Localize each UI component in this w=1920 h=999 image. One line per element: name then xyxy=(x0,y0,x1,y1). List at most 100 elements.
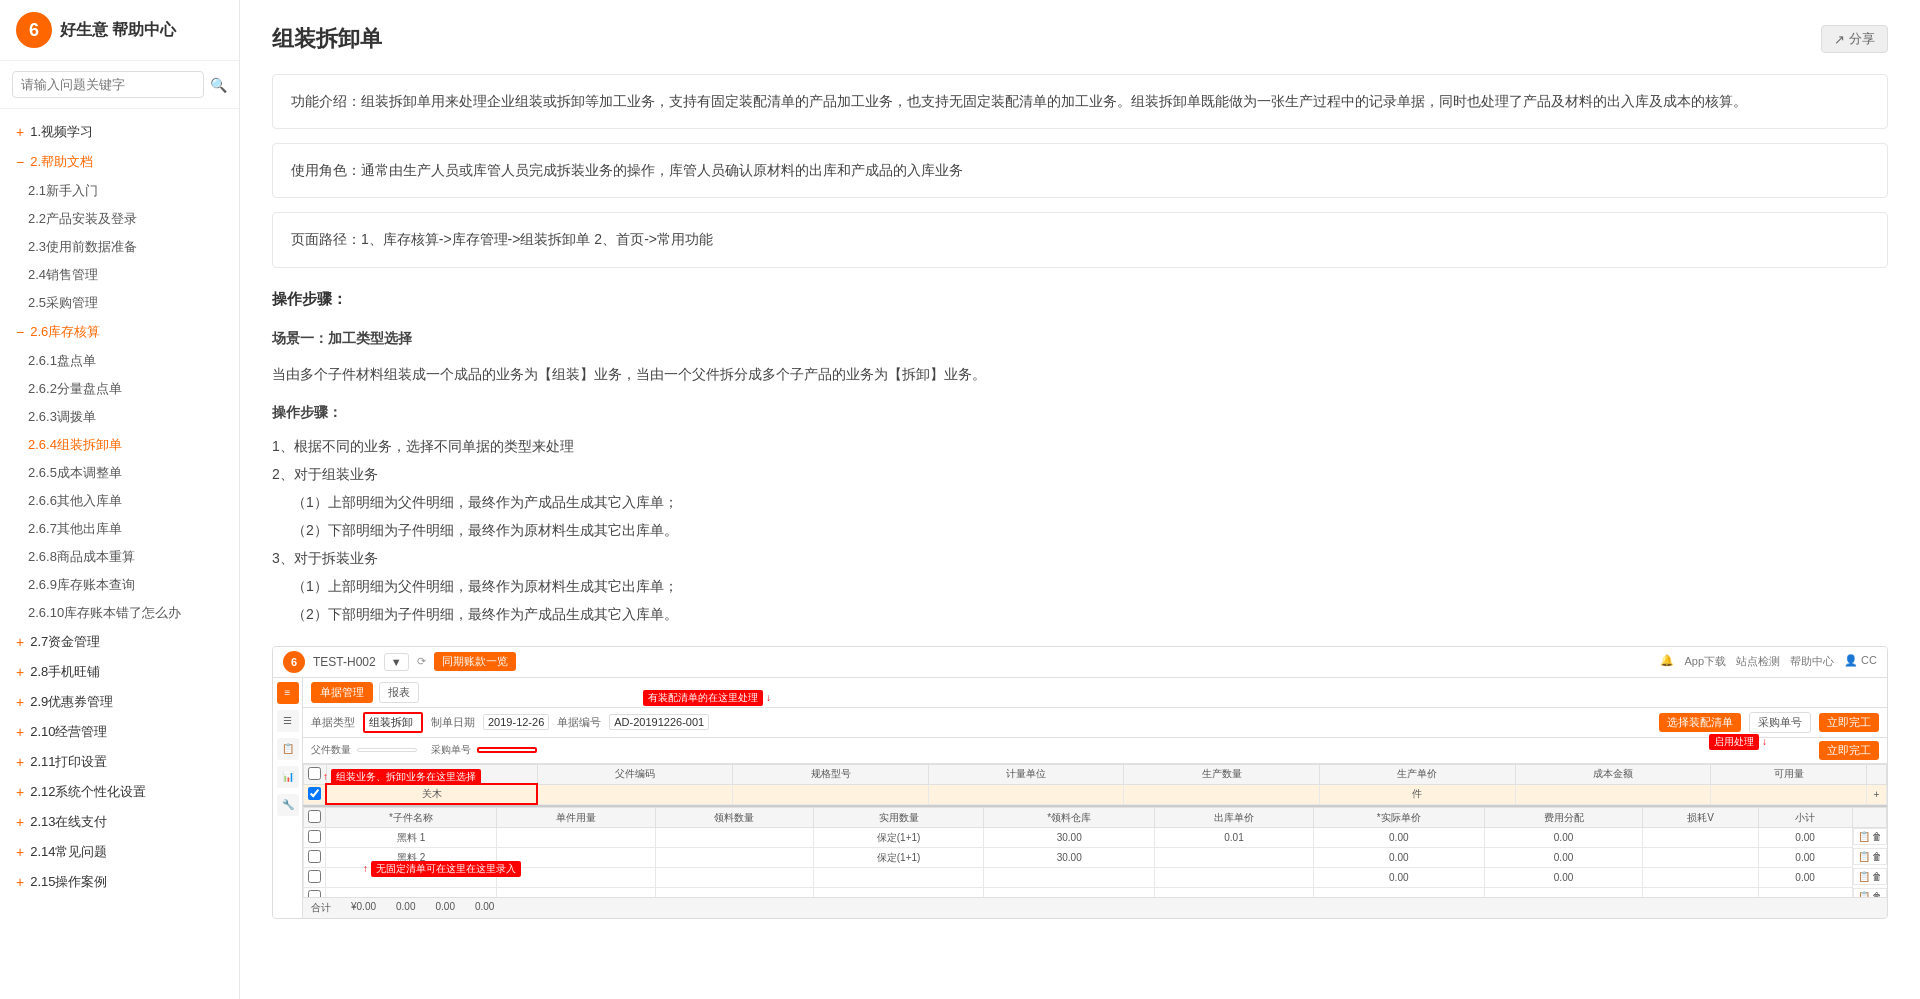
lower-row-1-cell-2[interactable] xyxy=(497,828,655,848)
lower-row-2-cell-5[interactable]: 30.00 xyxy=(984,848,1155,868)
lower-row-2-action[interactable]: 📋🗑 xyxy=(1853,848,1887,865)
sidebar-item-label: 2.13在线支付 xyxy=(30,813,107,831)
sub-header-field2-val[interactable] xyxy=(477,747,537,753)
sidebar-item-2-6-1[interactable]: 2.6.1盘点单 xyxy=(0,347,239,375)
lower-row-3-cell-7[interactable]: 0.00 xyxy=(1313,868,1484,888)
lower-row-1-cell-3[interactable] xyxy=(655,828,813,848)
sidebar-item-help-docs[interactable]: − 2.帮助文档 xyxy=(0,147,239,177)
sidebar-item-2-6-6[interactable]: 2.6.6其他入库单 xyxy=(0,487,239,515)
lower-row-3-cell-5[interactable] xyxy=(984,868,1155,888)
app-nav-icon-4[interactable]: 📊 xyxy=(277,766,299,788)
lower-row-3-action[interactable]: 📋🗑 xyxy=(1853,868,1887,885)
sidebar-item-sales[interactable]: 2.4销售管理 xyxy=(0,261,239,289)
app-complete-btn[interactable]: 立即完工 xyxy=(1819,713,1879,732)
upper-row-1-price[interactable]: 件 xyxy=(1320,784,1516,804)
app-confirm-btn[interactable]: 立即完工 xyxy=(1819,741,1879,760)
app-tab-report[interactable]: 报表 xyxy=(379,682,419,703)
lower-row-4-cell-6[interactable] xyxy=(1155,888,1313,897)
lower-row-4-cell-4[interactable] xyxy=(814,888,984,897)
upper-row-1-cost[interactable] xyxy=(1515,784,1711,804)
upper-row-1-spec[interactable] xyxy=(733,784,929,804)
lower-row-3-cell-3[interactable] xyxy=(655,868,813,888)
lower-row-1-cell-8[interactable]: 0.00 xyxy=(1484,828,1642,848)
lower-row-2-cell-4[interactable]: 保定(1+1) xyxy=(814,848,984,868)
sidebar-item-install-login[interactable]: 2.2产品安装及登录 xyxy=(0,205,239,233)
sidebar-item-operation[interactable]: + 2.10经营管理 xyxy=(0,717,239,747)
lower-row-1-cell-7[interactable]: 0.00 xyxy=(1313,828,1484,848)
sidebar-item-2-6-2[interactable]: 2.6.2分量盘点单 xyxy=(0,375,239,403)
lower-row-2-cell-9[interactable] xyxy=(1643,848,1758,868)
form-type-value[interactable]: 组装拆卸 xyxy=(363,712,423,733)
form-date-value[interactable]: 2019-12-26 xyxy=(483,714,549,730)
sidebar-item-new-user[interactable]: 2.1新手入门 xyxy=(0,177,239,205)
lower-row-2-cell-8[interactable]: 0.00 xyxy=(1484,848,1642,868)
sidebar-item-cases[interactable]: + 2.15操作案例 xyxy=(0,867,239,897)
lower-row-4-cell-2[interactable] xyxy=(497,888,655,897)
sidebar-item-video-learning[interactable]: + 1.视频学习 xyxy=(0,117,239,147)
lower-row-1-cell-5[interactable]: 30.00 xyxy=(984,828,1155,848)
lower-row-2-cell-7[interactable]: 0.00 xyxy=(1313,848,1484,868)
content-area: 组装拆卸单 ↗ 分享 功能介绍：组装拆卸单用来处理企业组装或拆卸等加工业务，支持… xyxy=(240,0,1920,999)
sidebar-item-capital[interactable]: + 2.7资金管理 xyxy=(0,627,239,657)
sidebar-header: 6 好生意 帮助中心 xyxy=(0,0,239,61)
lower-row-3-cell-8[interactable]: 0.00 xyxy=(1484,868,1642,888)
lower-row-3-cell-4[interactable] xyxy=(814,868,984,888)
lower-row-1-cell-1[interactable]: 黑料 1 xyxy=(326,828,497,848)
lower-row-4-cell-10[interactable] xyxy=(1758,888,1852,897)
upper-row-1-code[interactable] xyxy=(537,784,733,804)
lower-row-2-cell-3[interactable] xyxy=(655,848,813,868)
lower-row-1-cell-9[interactable] xyxy=(1643,828,1758,848)
search-box[interactable]: 🔍 xyxy=(0,61,239,109)
sidebar-item-customize[interactable]: + 2.12系统个性化设置 xyxy=(0,777,239,807)
search-input[interactable] xyxy=(12,71,204,98)
lower-row-4-cell-3[interactable] xyxy=(655,888,813,897)
lower-row-4-cell-7[interactable] xyxy=(1313,888,1484,897)
upper-row-1-unit[interactable] xyxy=(928,784,1124,804)
sidebar-item-inventory[interactable]: − 2.6库存核算 xyxy=(0,317,239,347)
upper-row-1-action[interactable]: + xyxy=(1867,784,1887,804)
lower-row-3-cell-9[interactable] xyxy=(1643,868,1758,888)
app-nav-icon-2[interactable]: ☰ xyxy=(277,710,299,732)
lower-row-2-cell-10[interactable]: 0.00 xyxy=(1758,848,1852,868)
sidebar-item-print[interactable]: + 2.11打印设置 xyxy=(0,747,239,777)
upper-row-1-avail[interactable] xyxy=(1711,784,1867,804)
sidebar-item-2-6-5[interactable]: 2.6.5成本调整单 xyxy=(0,459,239,487)
app-select-config-btn[interactable]: 选择装配清单 xyxy=(1659,713,1741,732)
sidebar-item-purchase[interactable]: 2.5采购管理 xyxy=(0,289,239,317)
sidebar-item-faq[interactable]: + 2.14常见问题 xyxy=(0,837,239,867)
sidebar-item-coupon[interactable]: + 2.9优惠券管理 xyxy=(0,687,239,717)
sub-header-qty[interactable] xyxy=(357,748,417,752)
sidebar-item-2-6-3[interactable]: 2.6.3调拨单 xyxy=(0,403,239,431)
app-nav-icon-3[interactable]: 📋 xyxy=(277,738,299,760)
lower-row-4-cell-8[interactable] xyxy=(1484,888,1642,897)
lower-row-4-cell-1[interactable] xyxy=(326,888,497,897)
lower-row-3-cell-10[interactable]: 0.00 xyxy=(1758,868,1852,888)
lower-row-4-cell-9[interactable] xyxy=(1643,888,1758,897)
lower-row-1-action[interactable]: 📋🗑 xyxy=(1853,828,1887,845)
app-purchase-no-btn[interactable]: 采购单号 xyxy=(1749,712,1811,733)
sidebar-item-mobile[interactable]: + 2.8手机旺铺 xyxy=(0,657,239,687)
share-button[interactable]: ↗ 分享 xyxy=(1821,25,1888,53)
lower-row-4-action[interactable]: 📋🗑 xyxy=(1853,888,1887,897)
sidebar-item-payment[interactable]: + 2.13在线支付 xyxy=(0,807,239,837)
app-tab-doc-manage[interactable]: 单据管理 xyxy=(311,682,373,703)
sidebar-item-2-6-7[interactable]: 2.6.7其他出库单 xyxy=(0,515,239,543)
lower-row-4-cell-5[interactable] xyxy=(984,888,1155,897)
sidebar-item-2-6-9[interactable]: 2.6.9库存账本查询 xyxy=(0,571,239,599)
sidebar-item-data-prepare[interactable]: 2.3使用前数据准备 xyxy=(0,233,239,261)
lower-row-3-cell-6[interactable] xyxy=(1155,868,1313,888)
lower-row-1-cell-4[interactable]: 保定(1+1) xyxy=(814,828,984,848)
lower-row-1-cell-6[interactable]: 0.01 xyxy=(1155,828,1313,848)
lower-row-1-cell-10[interactable]: 0.00 xyxy=(1758,828,1852,848)
app-nav-icon-1[interactable]: ≡ xyxy=(277,682,299,704)
upper-row-1-name[interactable]: 关木 xyxy=(326,784,537,804)
sidebar-item-2-6-10[interactable]: 2.6.10库存账本错了怎么办 xyxy=(0,599,239,627)
upper-row-1-qty[interactable] xyxy=(1124,784,1320,804)
app-nav-btn[interactable]: 同期账款一览 xyxy=(434,652,516,671)
app-dropdown[interactable]: ▼ xyxy=(384,653,409,671)
sidebar-item-2-6-8[interactable]: 2.6.8商品成本重算 xyxy=(0,543,239,571)
lower-row-2-cell-6[interactable] xyxy=(1155,848,1313,868)
search-icon[interactable]: 🔍 xyxy=(210,77,227,93)
sidebar-item-2-6-4[interactable]: 2.6.4组装拆卸单 xyxy=(0,431,239,459)
app-nav-icon-5[interactable]: 🔧 xyxy=(277,794,299,816)
